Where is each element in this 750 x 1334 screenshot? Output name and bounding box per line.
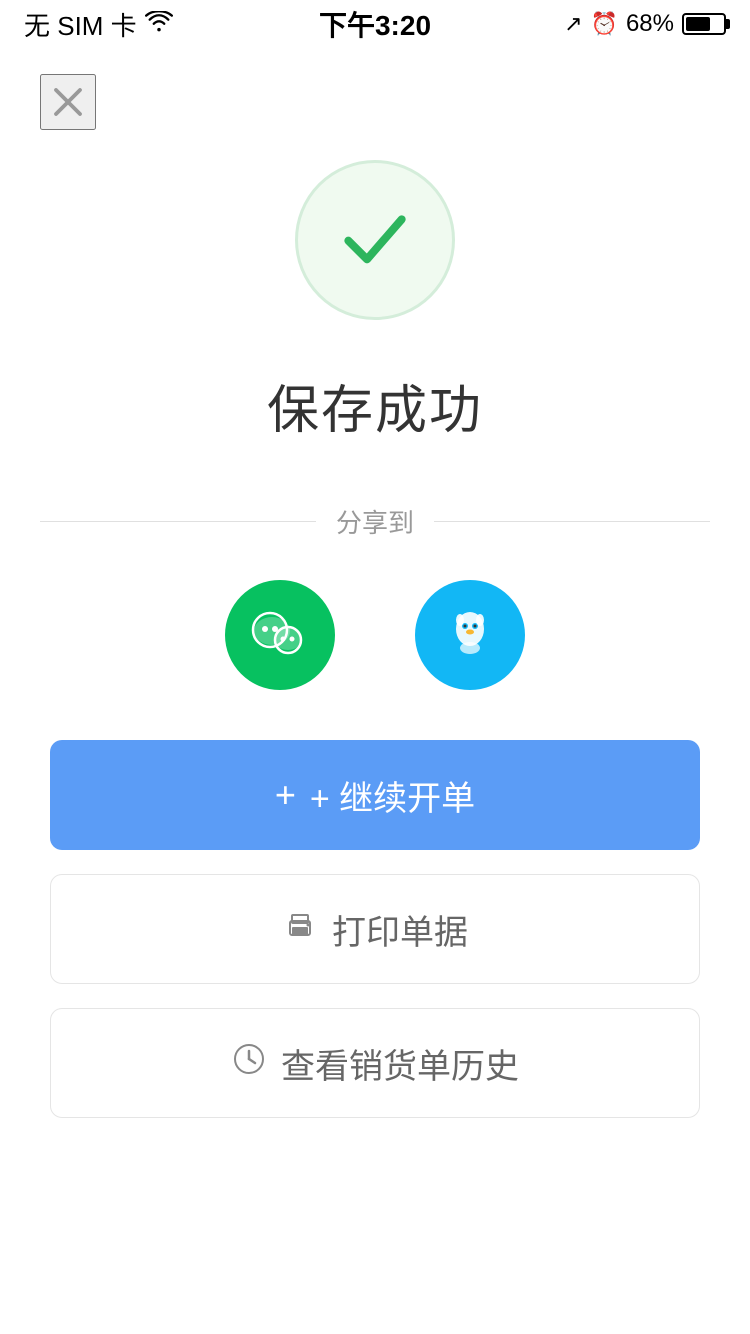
history-button[interactable]: 查看销货单历史 xyxy=(50,1008,700,1118)
status-right: ↗ ⏰ 68% xyxy=(564,10,726,38)
status-bar: 无 SIM 卡 下午3:20 ↗ ⏰ 68% xyxy=(0,0,750,44)
checkmark-icon xyxy=(335,198,415,283)
continue-label: + 继续开单 xyxy=(310,771,475,820)
printer-icon xyxy=(282,907,318,952)
continue-button[interactable]: + + 继续开单 xyxy=(50,740,700,850)
plus-icon: + xyxy=(275,774,296,816)
share-icons xyxy=(40,580,710,690)
status-left: 无 SIM 卡 xyxy=(24,6,173,43)
wechat-share-button[interactable] xyxy=(225,580,335,690)
print-button[interactable]: 打印单据 xyxy=(50,874,700,984)
close-button[interactable] xyxy=(40,74,96,130)
status-time: 下午3:20 xyxy=(319,4,431,44)
history-label: 查看销货单历史 xyxy=(281,1039,519,1088)
buttons-section: + + 继续开单 打印单据 xyxy=(40,740,710,1118)
wifi-icon xyxy=(145,9,173,40)
success-circle xyxy=(295,160,455,320)
share-label: 分享到 xyxy=(336,503,414,540)
qq-share-button[interactable] xyxy=(415,580,525,690)
main-content: 保存成功 分享到 xyxy=(0,44,750,1118)
share-divider: 分享到 xyxy=(40,503,710,540)
print-label: 打印单据 xyxy=(332,905,468,954)
alarm-icon: ⏰ xyxy=(591,11,618,37)
carrier-text: 无 SIM 卡 xyxy=(24,6,137,43)
battery-percent: 68% xyxy=(626,10,674,38)
clock-icon xyxy=(231,1041,267,1086)
share-section: 分享到 xyxy=(40,503,710,690)
battery-icon xyxy=(682,13,726,35)
location-icon: ↗ xyxy=(564,11,582,37)
success-title: 保存成功 xyxy=(267,368,483,443)
